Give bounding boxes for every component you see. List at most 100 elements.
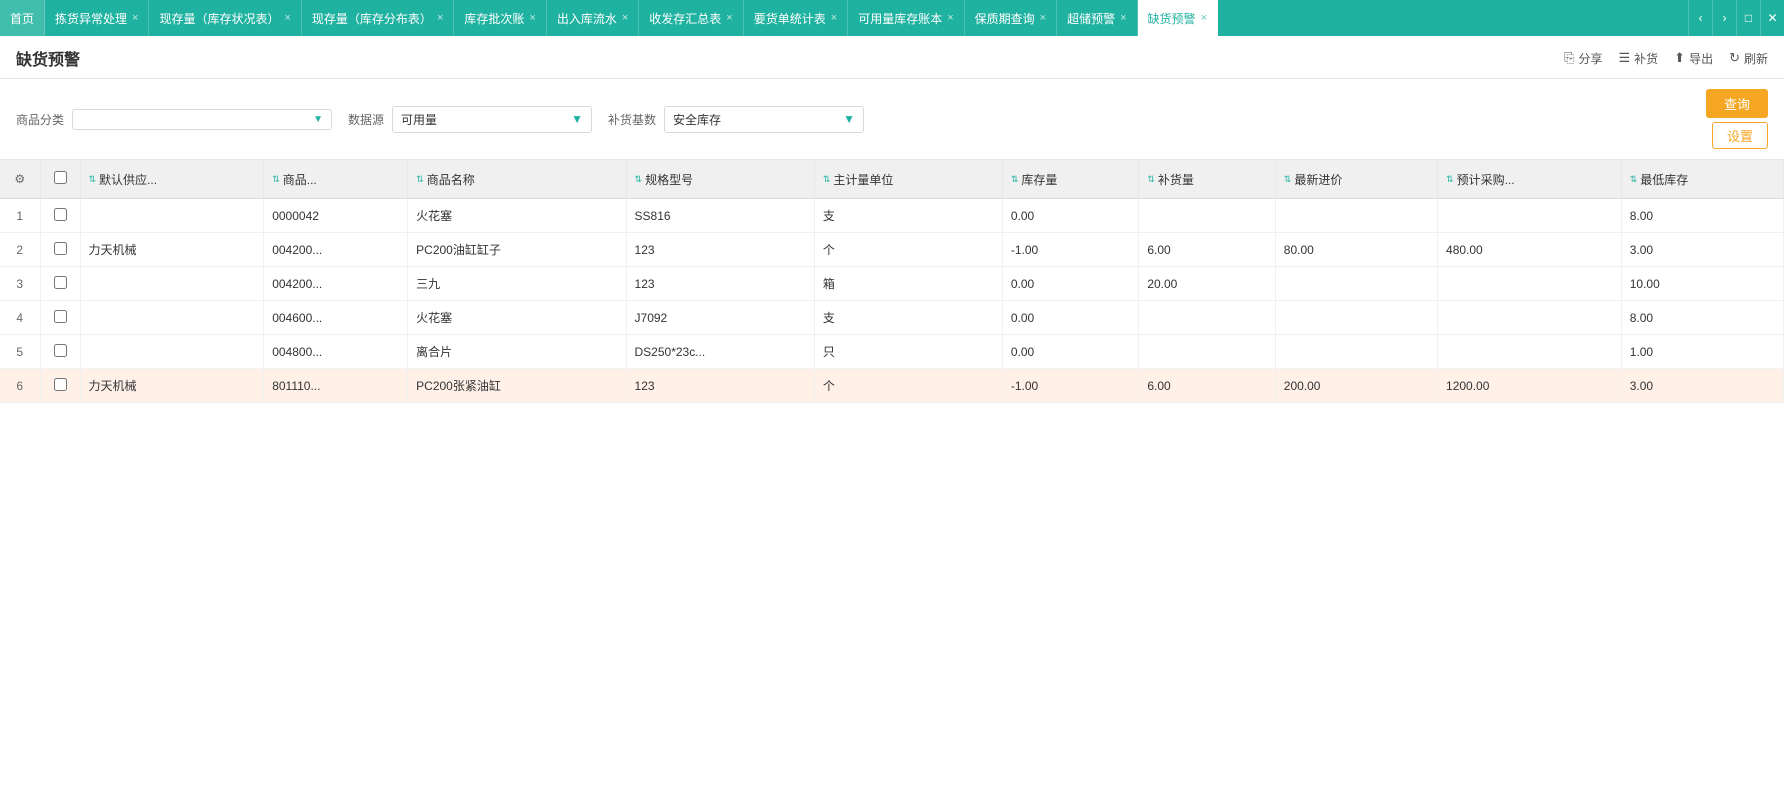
- page-header: 缺货预警 ⎘ 分享 ☰ 补货 ⬆ 导出 ↻ 刷新: [0, 36, 1784, 79]
- th-default-supplier[interactable]: ⇅ 默认供应...: [80, 160, 264, 199]
- select-all-checkbox[interactable]: [54, 171, 67, 184]
- th-replenish-qty[interactable]: ⇅ 补货量: [1139, 160, 1275, 199]
- close-tab-order-stats[interactable]: ×: [831, 12, 837, 24]
- query-button[interactable]: 查询: [1706, 89, 1768, 118]
- table-row: 1 0000042 火花塞 SS816 支 0.00 8.00: [0, 199, 1784, 233]
- replenish-action[interactable]: ☰ 补货: [1618, 50, 1658, 67]
- close-tab-pkg-anomaly[interactable]: ×: [132, 12, 138, 24]
- refresh-icon: ↻: [1729, 50, 1740, 66]
- row-replenish-qty: 20.00: [1139, 267, 1275, 301]
- table-body: 1 0000042 火花塞 SS816 支 0.00 8.00 2 力天机械 0…: [0, 199, 1784, 403]
- th-stock[interactable]: ⇅ 库存量: [1002, 160, 1138, 199]
- row-checkbox[interactable]: [54, 276, 67, 289]
- category-arrow-icon: ▼: [313, 114, 323, 125]
- gear-icon[interactable]: ⚙: [9, 168, 31, 190]
- row-replenish-qty: [1139, 301, 1275, 335]
- tab-avail-ledger[interactable]: 可用量库存账本 ×: [848, 0, 964, 36]
- tab-inventory-status[interactable]: 现存量（库存状况表） ×: [149, 0, 301, 36]
- tab-batch-account[interactable]: 库存批次账 ×: [454, 0, 546, 36]
- row-no: 6: [0, 369, 40, 403]
- tab-window-restore[interactable]: □: [1736, 0, 1760, 36]
- replenish-basis-label: 补货基数: [608, 111, 656, 128]
- export-icon: ⬆: [1674, 50, 1685, 66]
- close-tab-inout-flow[interactable]: ×: [622, 12, 628, 24]
- row-product-name: 三九: [408, 267, 626, 301]
- row-supplier: 力天机械: [80, 233, 264, 267]
- row-latest-price: 200.00: [1275, 369, 1437, 403]
- table-row: 2 力天机械 004200... PC200油缸缸子 123 个 -1.00 6…: [0, 233, 1784, 267]
- row-spec: DS250*23c...: [626, 335, 814, 369]
- row-checkbox-cell[interactable]: [40, 369, 80, 403]
- row-replenish-qty: 6.00: [1139, 369, 1275, 403]
- row-unit: 个: [814, 369, 1002, 403]
- share-action[interactable]: ⎘ 分享: [1564, 50, 1602, 67]
- close-tab-receive-summary[interactable]: ×: [726, 12, 732, 24]
- table-row: 5 004800... 离合片 DS250*23c... 只 0.00 1.00: [0, 335, 1784, 369]
- tab-window-close[interactable]: ✕: [1760, 0, 1784, 36]
- row-checkbox[interactable]: [54, 310, 67, 323]
- th-min-stock[interactable]: ⇅ 最低库存: [1621, 160, 1783, 199]
- sort-icon-price: ⇅: [1284, 174, 1292, 185]
- row-unit: 支: [814, 301, 1002, 335]
- row-supplier: 力天机械: [80, 369, 264, 403]
- row-checkbox-cell[interactable]: [40, 199, 80, 233]
- category-select[interactable]: ▼: [72, 109, 332, 130]
- datasource-select[interactable]: 可用量 ▼: [392, 106, 592, 133]
- row-product-name: 火花塞: [408, 199, 626, 233]
- th-gear[interactable]: ⚙: [0, 160, 40, 199]
- close-tab-batch-account[interactable]: ×: [529, 12, 535, 24]
- close-tab-overstock[interactable]: ×: [1120, 12, 1126, 24]
- th-spec[interactable]: ⇅ 规格型号: [626, 160, 814, 199]
- row-replenish-qty: 6.00: [1139, 233, 1275, 267]
- filter-bar: 商品分类 ▼ 数据源 可用量 ▼ 补货基数 安全库存 ▼ 查询 设置: [0, 79, 1784, 160]
- row-checkbox-cell[interactable]: [40, 267, 80, 301]
- row-stock: 0.00: [1002, 267, 1138, 301]
- row-estimated-purchase: [1438, 335, 1622, 369]
- row-unit: 支: [814, 199, 1002, 233]
- table-row: 6 力天机械 801110... PC200张紧油缸 123 个 -1.00 6…: [0, 369, 1784, 403]
- replenish-basis-select[interactable]: 安全库存 ▼: [664, 106, 864, 133]
- th-unit[interactable]: ⇅ 主计量单位: [814, 160, 1002, 199]
- tab-inventory-dist[interactable]: 现存量（库存分布表） ×: [302, 0, 454, 36]
- row-latest-price: [1275, 267, 1437, 301]
- row-estimated-purchase: [1438, 267, 1622, 301]
- close-tab-inventory-status[interactable]: ×: [284, 12, 290, 24]
- refresh-action[interactable]: ↻ 刷新: [1729, 50, 1768, 67]
- row-checkbox-cell[interactable]: [40, 335, 80, 369]
- row-min-stock: 8.00: [1621, 199, 1783, 233]
- tab-home[interactable]: 首页: [0, 0, 45, 36]
- tab-overstock[interactable]: 超储预警 ×: [1057, 0, 1137, 36]
- row-checkbox-cell[interactable]: [40, 233, 80, 267]
- row-product-name: 离合片: [408, 335, 626, 369]
- sort-icon-min-stock: ⇅: [1630, 174, 1638, 185]
- row-checkbox[interactable]: [54, 242, 67, 255]
- tab-pkg-anomaly[interactable]: 拣货异常处理 ×: [45, 0, 149, 36]
- th-estimated-purchase[interactable]: ⇅ 预计采购...: [1438, 160, 1622, 199]
- close-tab-shortage[interactable]: ×: [1201, 12, 1207, 24]
- row-checkbox[interactable]: [54, 208, 67, 221]
- row-estimated-purchase: [1438, 199, 1622, 233]
- tab-bar: 首页 拣货异常处理 × 现存量（库存状况表） × 现存量（库存分布表） × 库存…: [0, 0, 1784, 36]
- settings-button[interactable]: 设置: [1712, 122, 1768, 149]
- replenish-basis-arrow-icon: ▼: [843, 112, 855, 126]
- replenish-basis-value: 安全库存: [673, 111, 721, 128]
- export-action[interactable]: ⬆ 导出: [1674, 50, 1713, 67]
- close-tab-avail-ledger[interactable]: ×: [947, 12, 953, 24]
- row-checkbox-cell[interactable]: [40, 301, 80, 335]
- row-checkbox[interactable]: [54, 344, 67, 357]
- tab-order-stats[interactable]: 要货单统计表 ×: [744, 0, 848, 36]
- tab-receive-summary[interactable]: 收发存汇总表 ×: [639, 0, 743, 36]
- tab-shortage[interactable]: 缺货预警 ×: [1138, 0, 1218, 36]
- tab-scroll-left[interactable]: ‹: [1688, 0, 1712, 36]
- tab-expiry-query[interactable]: 保质期查询 ×: [965, 0, 1057, 36]
- row-no: 4: [0, 301, 40, 335]
- th-product-name[interactable]: ⇅ 商品名称: [408, 160, 626, 199]
- th-product-code[interactable]: ⇅ 商品...: [264, 160, 408, 199]
- th-latest-price[interactable]: ⇅ 最新进价: [1275, 160, 1437, 199]
- close-tab-inventory-dist[interactable]: ×: [437, 12, 443, 24]
- filter-actions: 查询 设置: [1706, 89, 1768, 149]
- tab-scroll-right[interactable]: ›: [1712, 0, 1736, 36]
- tab-inout-flow[interactable]: 出入库流水 ×: [547, 0, 639, 36]
- row-checkbox[interactable]: [54, 378, 67, 391]
- close-tab-expiry-query[interactable]: ×: [1040, 12, 1046, 24]
